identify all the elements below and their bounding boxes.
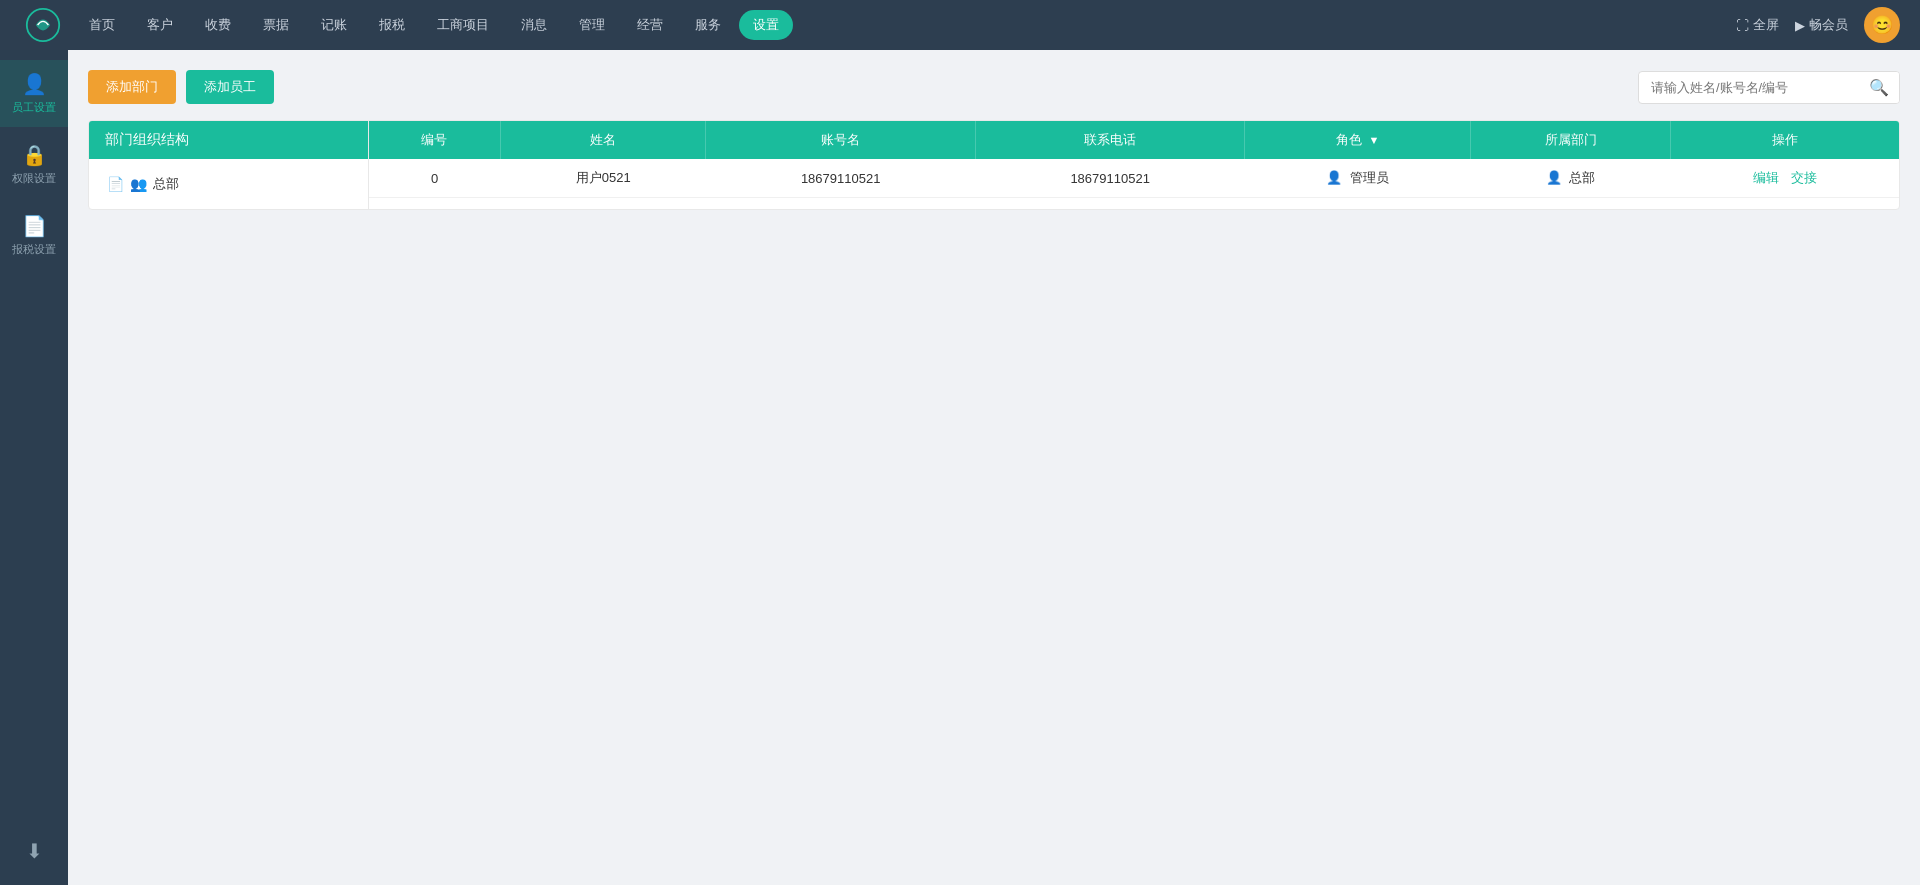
download-icon: ⬇ [26,839,43,863]
nav-bizproject[interactable]: 工商项目 [423,10,503,40]
role-label: 管理员 [1350,170,1389,185]
col-account: 账号名 [706,121,976,159]
file-icon: 📄 [107,176,124,192]
cell-role: 👤 管理员 [1245,159,1471,198]
nav-home[interactable]: 首页 [75,10,129,40]
table-row: 0 用户0521 18679110521 18679110521 👤 管理员 👤… [369,159,1899,198]
edit-link[interactable]: 编辑 [1753,170,1779,185]
cell-actions: 编辑 交接 [1671,159,1899,198]
user-avatar[interactable]: 😊 [1864,7,1900,43]
table-panel: 编号 姓名 账号名 联系电话 角色 ▼ 所属部门 操作 0 [369,121,1899,209]
tree-header: 部门组织结构 [89,121,368,159]
toolbar: 添加部门 添加员工 🔍 [88,70,1900,104]
sidebar-item-permissions[interactable]: 🔒 权限设置 [0,131,68,198]
search-input[interactable] [1639,74,1859,101]
top-nav: 首页 客户 收费 票据 记账 报税 工商项目 消息 管理 经营 服务 设置 ⛶ … [0,0,1920,50]
cell-dept: 👤 总部 [1470,159,1670,198]
col-name: 姓名 [500,121,705,159]
tree-node-label: 总部 [153,175,179,193]
add-dept-button[interactable]: 添加部门 [88,70,176,104]
cell-id: 0 [369,159,500,198]
main-content: 添加部门 添加员工 🔍 部门组织结构 📄 👥 总部 [68,50,1920,885]
logo [10,7,75,43]
fullscreen-icon: ⛶ [1736,18,1749,33]
tree-body: 📄 👥 总部 [89,159,368,209]
top-nav-right: ⛶ 全屏 ▶ 畅会员 😊 [1736,7,1900,43]
cell-name: 用户0521 [500,159,705,198]
nav-message[interactable]: 消息 [507,10,561,40]
fullscreen-btn[interactable]: ⛶ 全屏 [1736,16,1779,34]
sidebar-item-employee[interactable]: 👤 员工设置 [0,60,68,127]
cell-account: 18679110521 [706,159,976,198]
dept-label: 总部 [1569,170,1595,185]
nav-invoice[interactable]: 票据 [249,10,303,40]
search-area: 🔍 [1638,71,1900,104]
nav-tax[interactable]: 报税 [365,10,419,40]
nav-items: 首页 客户 收费 票据 记账 报税 工商项目 消息 管理 经营 服务 设置 [75,10,1736,40]
nav-customer[interactable]: 客户 [133,10,187,40]
table-header-row: 编号 姓名 账号名 联系电话 角色 ▼ 所属部门 操作 [369,121,1899,159]
role-user-icon: 👤 [1326,170,1342,185]
nav-manage[interactable]: 管理 [565,10,619,40]
doc-icon: 📄 [22,214,47,238]
person-icon: 👤 [22,72,47,96]
sidebar-item-permissions-label: 权限设置 [12,171,56,186]
col-action: 操作 [1671,121,1899,159]
tree-node-root[interactable]: 📄 👥 总部 [99,169,358,199]
sidebar-item-taxsettings-label: 报税设置 [12,242,56,257]
transfer-link[interactable]: 交接 [1791,170,1817,185]
nav-operation[interactable]: 经营 [623,10,677,40]
search-button[interactable]: 🔍 [1859,72,1899,103]
dept-user-icon: 👤 [1546,170,1562,185]
lock-icon: 🔒 [22,143,47,167]
sidebar: 👤 员工设置 🔒 权限设置 📄 报税设置 ⬇ [0,50,68,885]
sidebar-item-taxsettings[interactable]: 📄 报税设置 [0,202,68,269]
nav-charge[interactable]: 收费 [191,10,245,40]
content-layout: 部门组织结构 📄 👥 总部 编号 姓名 账号名 联系电话 [88,120,1900,210]
col-role[interactable]: 角色 ▼ [1245,121,1471,159]
tree-panel: 部门组织结构 📄 👥 总部 [89,121,369,209]
filter-icon: ▼ [1369,134,1380,146]
data-table: 编号 姓名 账号名 联系电话 角色 ▼ 所属部门 操作 0 [369,121,1899,198]
vip-icon: ▶ [1795,18,1805,33]
nav-bookkeeping[interactable]: 记账 [307,10,361,40]
vip-btn[interactable]: ▶ 畅会员 [1795,16,1848,34]
nav-service[interactable]: 服务 [681,10,735,40]
col-id: 编号 [369,121,500,159]
nav-settings[interactable]: 设置 [739,10,793,40]
sidebar-item-employee-label: 员工设置 [12,100,56,115]
cell-phone: 18679110521 [975,159,1245,198]
fullscreen-label: 全屏 [1753,16,1779,34]
user-group-icon: 👥 [130,176,147,192]
sidebar-download[interactable]: ⬇ [0,827,68,875]
add-employee-button[interactable]: 添加员工 [186,70,274,104]
col-phone: 联系电话 [975,121,1245,159]
col-dept: 所属部门 [1470,121,1670,159]
col-role-label: 角色 [1336,132,1362,147]
vip-label: 畅会员 [1809,16,1848,34]
